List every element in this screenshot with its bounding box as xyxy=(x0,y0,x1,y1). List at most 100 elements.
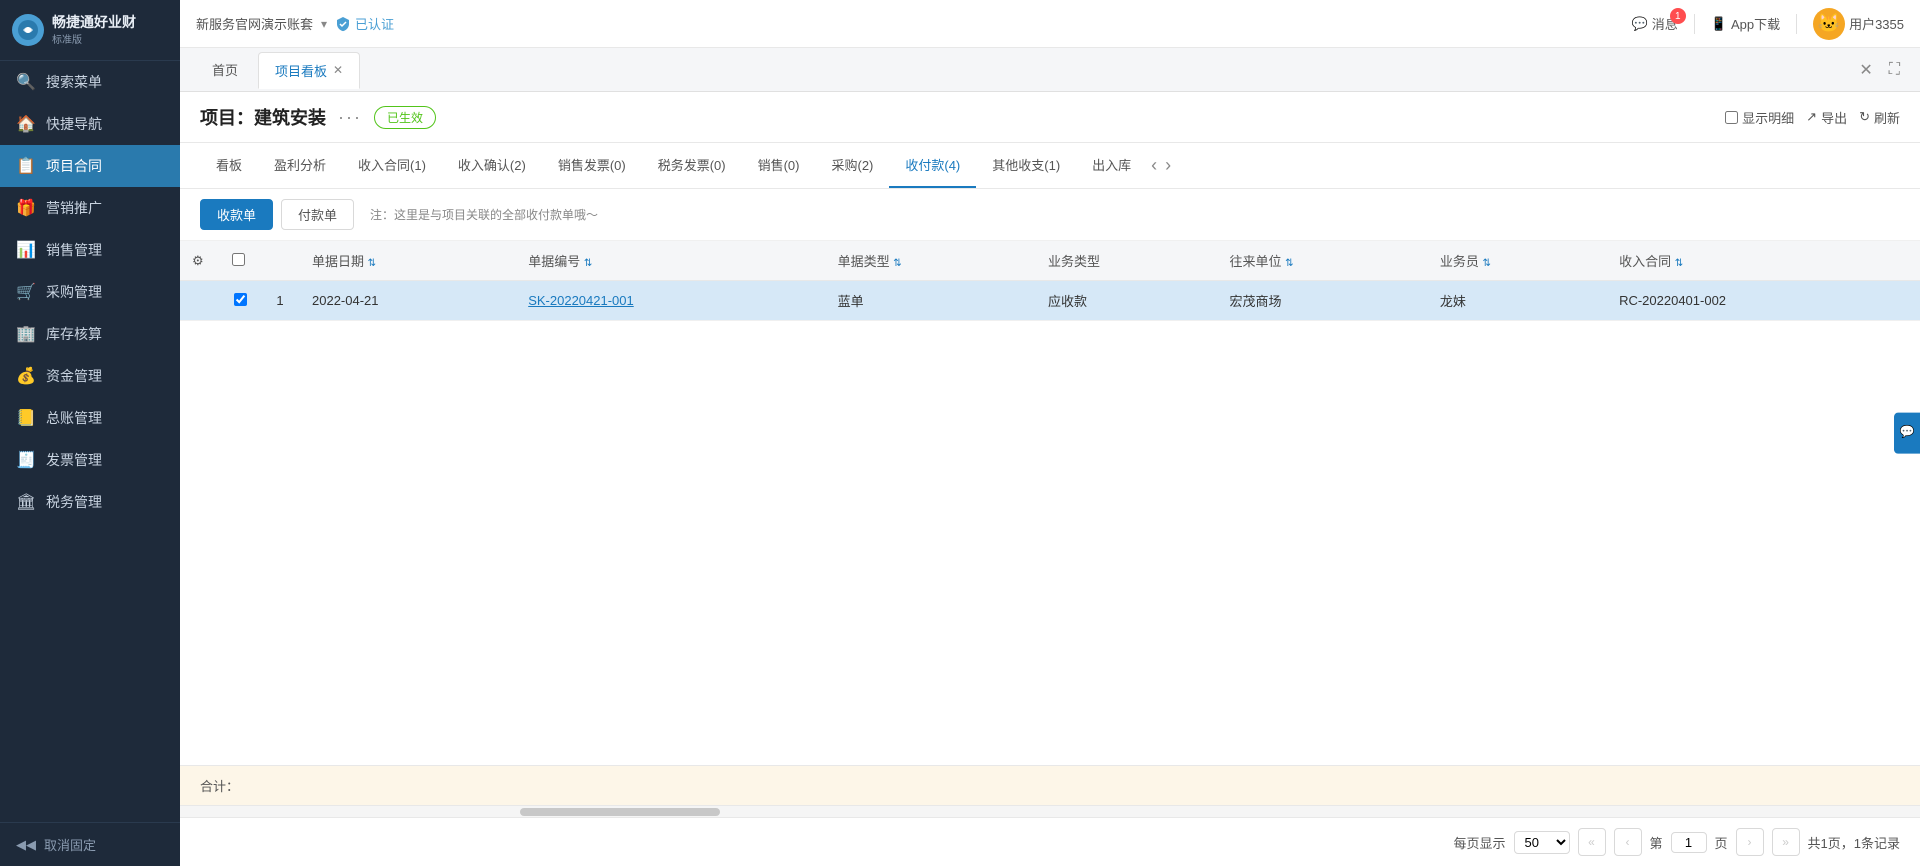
table-body: 1 2022-04-21 SK-20220421-001 蓝单 应收款 宏茂商场… xyxy=(180,281,1920,321)
app-download-button[interactable]: 📱 App下载 xyxy=(1711,14,1780,33)
phone-icon: 📱 xyxy=(1711,16,1727,32)
app-edition: 标准版 xyxy=(52,31,136,46)
tab-close-icon[interactable]: ✕ xyxy=(333,63,343,77)
sidebar-header: 畅捷通好业财 标准版 xyxy=(0,0,180,61)
subnav-sales-invoice[interactable]: 销售发票(0) xyxy=(542,143,642,188)
col-code[interactable]: 单据编号 ⇅ xyxy=(516,241,825,281)
refresh-button[interactable]: ↻ 刷新 xyxy=(1859,108,1900,127)
settings-icon[interactable]: ⚙ xyxy=(192,253,204,268)
show-detail-checkbox[interactable]: 显示明细 xyxy=(1725,108,1794,127)
sidebar-item-search[interactable]: 🔍 搜索菜单 xyxy=(0,61,180,103)
col-date[interactable]: 单据日期 ⇅ xyxy=(300,241,516,281)
topbar-divider xyxy=(1694,14,1695,34)
receipt-tab-button[interactable]: 收款单 xyxy=(200,199,273,230)
subnav-purchase[interactable]: 采购(2) xyxy=(815,143,889,188)
next-page-button[interactable]: › xyxy=(1736,828,1764,856)
user-menu[interactable]: 🐱 用户3355 xyxy=(1813,8,1904,40)
sidebar-nav: 🔍 搜索菜单 🏠 快捷导航 📋 项目合同 🎁 营销推广 📊 销售管理 🛒 采购管… xyxy=(0,61,180,822)
prev-page-button[interactable]: ‹ xyxy=(1614,828,1642,856)
purchase-icon: 🛒 xyxy=(16,282,36,302)
subnav-receipt[interactable]: 收付款(4) xyxy=(889,143,976,188)
col-doc-type[interactable]: 单据类型 ⇅ xyxy=(826,241,1036,281)
col-partner[interactable]: 往来单位 ⇅ xyxy=(1218,241,1428,281)
tab-project-board[interactable]: 项目看板 ✕ xyxy=(258,52,360,89)
inventory-icon: 🏢 xyxy=(16,324,36,344)
sort-icon-doc-type: ⇅ xyxy=(893,258,901,269)
sidebar-item-marketing[interactable]: 🎁 营销推广 xyxy=(0,187,180,229)
col-date-label: 单据日期 xyxy=(312,254,364,269)
expand-window-button[interactable]: ⛶ xyxy=(1885,57,1904,83)
feedback-button[interactable]: 💬 xyxy=(1894,413,1920,454)
sidebar: 畅捷通好业财 标准版 🔍 搜索菜单 🏠 快捷导航 📋 项目合同 🎁 营销推广 📊… xyxy=(0,0,180,866)
col-income-contract[interactable]: 收入合同 ⇅ xyxy=(1607,241,1920,281)
subnav-profit[interactable]: 盈利分析 xyxy=(258,143,342,188)
certified-label: 已认证 xyxy=(355,14,394,33)
more-options-button[interactable]: ··· xyxy=(338,107,362,128)
subnav-other-expense[interactable]: 其他收支(1) xyxy=(976,143,1076,188)
cell-date: 2022-04-21 xyxy=(300,281,516,321)
export-button[interactable]: ↗ 导出 xyxy=(1806,108,1847,127)
col-settings[interactable]: ⚙ xyxy=(180,241,220,281)
horizontal-scrollbar[interactable] xyxy=(180,805,1920,817)
col-code-label: 单据编号 xyxy=(528,254,580,269)
table-header-row: ⚙ 单据日期 ⇅ 单据编号 xyxy=(180,241,1920,281)
project-name: 建筑安装 xyxy=(254,108,326,128)
app-logo xyxy=(12,14,44,46)
sub-nav-next-arrow[interactable]: › xyxy=(1161,147,1175,184)
per-page-select[interactable]: 50 100 200 xyxy=(1514,831,1570,854)
select-all-checkbox[interactable] xyxy=(232,253,245,266)
account-dropdown-icon[interactable]: ▾ xyxy=(321,17,327,31)
close-window-button[interactable]: ✕ xyxy=(1855,56,1876,84)
sub-nav-prev-arrow[interactable]: ‹ xyxy=(1147,147,1161,184)
show-detail-input[interactable] xyxy=(1725,111,1738,124)
sidebar-item-finance[interactable]: 💰 资金管理 xyxy=(0,355,180,397)
cell-num: 1 xyxy=(260,281,300,321)
message-icon: 💬 xyxy=(1632,16,1648,32)
message-button[interactable]: 💬 消息 1 xyxy=(1632,14,1678,33)
sidebar-item-tax[interactable]: 🏛 税务管理 xyxy=(0,481,180,523)
subnav-income-confirm[interactable]: 收入确认(2) xyxy=(442,143,542,188)
doc-code-link[interactable]: SK-20220421-001 xyxy=(528,293,634,308)
page-number-input[interactable] xyxy=(1671,832,1707,853)
sidebar-item-quicknav[interactable]: 🏠 快捷导航 xyxy=(0,103,180,145)
col-income-contract-label: 收入合同 xyxy=(1619,254,1671,269)
unpin-label: 取消固定 xyxy=(44,835,96,854)
first-page-button[interactable]: « xyxy=(1578,828,1606,856)
sidebar-item-label: 销售管理 xyxy=(46,240,102,260)
cell-biz-type: 应收款 xyxy=(1036,281,1218,321)
account-name: 新服务官网演示账套 xyxy=(196,14,313,33)
unpin-button[interactable]: ◀◀ 取消固定 xyxy=(0,822,180,866)
total-records-label: 共1页，1条记录 xyxy=(1808,833,1900,852)
sidebar-item-label: 库存核算 xyxy=(46,324,102,344)
tab-home[interactable]: 首页 xyxy=(196,52,254,87)
export-label: 导出 xyxy=(1821,108,1847,127)
last-page-button[interactable]: » xyxy=(1772,828,1800,856)
search-icon: 🔍 xyxy=(16,72,36,92)
subtab-row: 收款单 付款单 注：这里是与项目关联的全部收付款单哦～ xyxy=(180,189,1920,241)
sidebar-item-ledger[interactable]: 📒 总账管理 xyxy=(0,397,180,439)
col-salesperson[interactable]: 业务员 ⇅ xyxy=(1428,241,1607,281)
sidebar-item-purchase[interactable]: 🛒 采购管理 xyxy=(0,271,180,313)
cell-salesperson: 龙妹 xyxy=(1428,281,1607,321)
shield-icon xyxy=(335,16,351,32)
topbar-right: 💬 消息 1 📱 App下载 🐱 用户3355 xyxy=(1632,8,1904,40)
sidebar-item-inventory[interactable]: 🏢 库存核算 xyxy=(0,313,180,355)
content: 项目：建筑安装 ··· 已生效 显示明细 ↗ 导出 ↻ 刷新 xyxy=(180,92,1920,866)
subnav-tax-invoice[interactable]: 税务发票(0) xyxy=(642,143,742,188)
sidebar-item-project[interactable]: 📋 项目合同 xyxy=(0,145,180,187)
status-badge: 已生效 xyxy=(374,106,436,129)
subnav-income-contract[interactable]: 收入合同(1) xyxy=(342,143,442,188)
sidebar-item-invoice[interactable]: 🧾 发票管理 xyxy=(0,439,180,481)
ledger-icon: 📒 xyxy=(16,408,36,428)
project-prefix: 项目： xyxy=(200,108,254,128)
cell-settings xyxy=(180,281,220,321)
sidebar-item-sales[interactable]: 📊 销售管理 xyxy=(0,229,180,271)
subnav-board[interactable]: 看板 xyxy=(200,143,258,188)
refresh-label: 刷新 xyxy=(1874,108,1900,127)
message-badge: 1 xyxy=(1670,8,1686,24)
row-checkbox[interactable] xyxy=(234,293,247,306)
payment-tab-button[interactable]: 付款单 xyxy=(281,199,354,230)
unpin-icon: ◀◀ xyxy=(16,837,36,853)
subnav-inout[interactable]: 出入库 xyxy=(1076,143,1147,188)
subnav-sales[interactable]: 销售(0) xyxy=(742,143,816,188)
